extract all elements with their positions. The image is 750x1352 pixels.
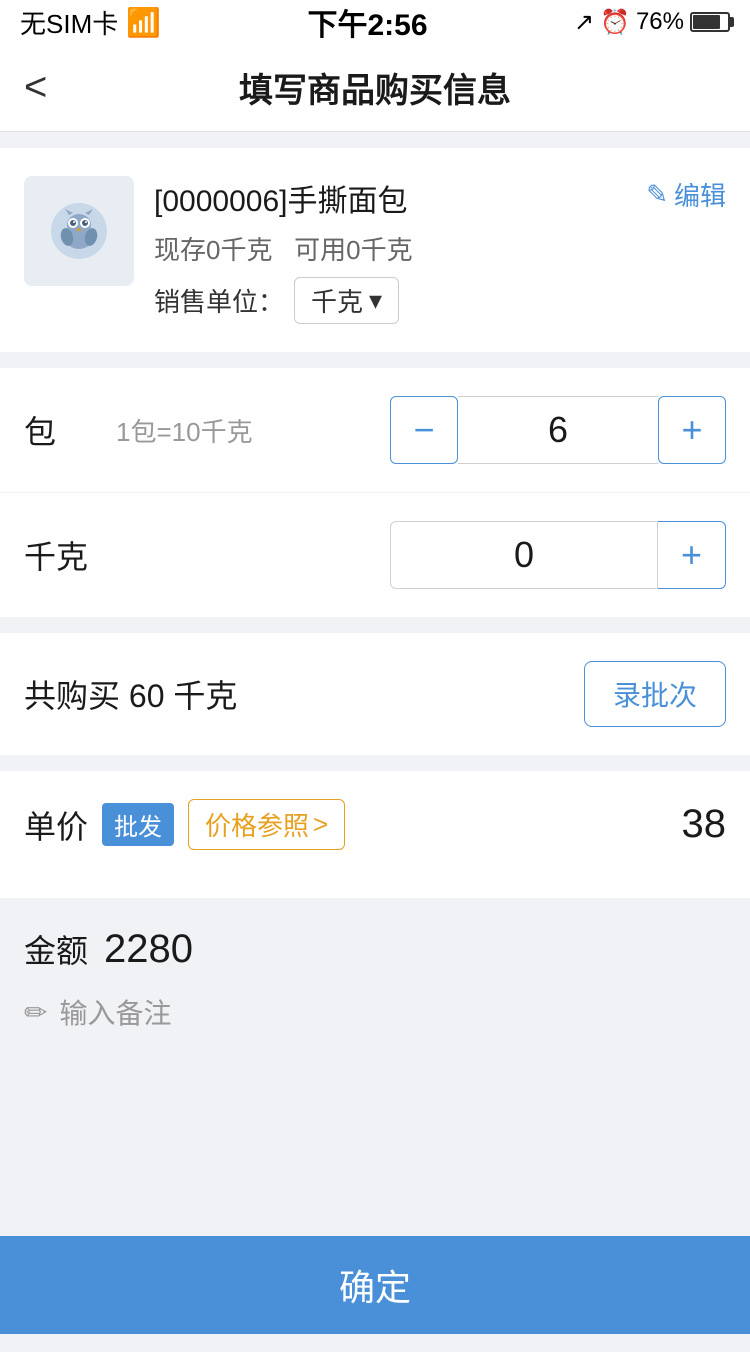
- confirm-button[interactable]: 确定: [0, 1236, 750, 1334]
- status-right: ↗ ⏰ 76%: [574, 8, 730, 37]
- bag-qty-control: − +: [390, 396, 726, 464]
- time-display: 下午2:56: [308, 0, 428, 44]
- price-value: 38: [682, 802, 727, 847]
- back-button[interactable]: <: [24, 65, 47, 110]
- nav-bar: < 填写商品购买信息: [0, 44, 750, 132]
- kg-label: 千克: [24, 532, 104, 578]
- page-title: 填写商品购买信息: [239, 63, 511, 112]
- amount-label: 金额: [24, 926, 88, 972]
- product-card: [0000006]手撕面包 现存0千克 可用0千克 销售单位： 千克 ▾ ✎ 编…: [0, 148, 750, 352]
- product-unit: 销售单位： 千克 ▾: [154, 277, 726, 324]
- product-logo: [49, 201, 109, 261]
- amount-row: 金额 2280: [24, 926, 726, 972]
- dropdown-arrow-icon: ▾: [369, 285, 382, 316]
- pencil-icon: ✏: [24, 996, 47, 1029]
- kg-plus-button[interactable]: +: [658, 521, 726, 589]
- price-label: 单价: [24, 802, 88, 848]
- status-bar: 无SIM卡 📶 下午2:56 ↗ ⏰ 76%: [0, 0, 750, 44]
- price-reference-button[interactable]: 价格参照 >: [188, 799, 345, 850]
- price-left: 单价 批发 价格参照 >: [24, 799, 345, 850]
- quantity-section: 包 1包=10千克 − + 千克 +: [0, 368, 750, 617]
- bag-conversion: 1包=10千克: [116, 412, 390, 449]
- bag-minus-button[interactable]: −: [390, 396, 458, 464]
- total-row: 共购买 60 千克 录批次: [0, 633, 750, 755]
- product-stock: 现存0千克 可用0千克: [154, 230, 726, 267]
- kg-qty-row: 千克 +: [0, 493, 750, 617]
- unit-select[interactable]: 千克 ▾: [294, 277, 399, 324]
- product-name: [0000006]手撕面包: [154, 176, 726, 220]
- batch-button[interactable]: 录批次: [584, 661, 726, 727]
- amount-section: 金额 2280 ✏ 输入备注: [0, 898, 750, 1052]
- alarm-icon: ⏰: [600, 8, 630, 37]
- total-text: 共购买 60 千克: [24, 671, 237, 717]
- product-info: [0000006]手撕面包 现存0千克 可用0千克 销售单位： 千克 ▾: [154, 176, 726, 324]
- bag-plus-button[interactable]: +: [658, 396, 726, 464]
- carrier-text: 无SIM卡: [20, 4, 118, 41]
- kg-qty-control: +: [390, 521, 726, 589]
- price-row: 单价 批发 价格参照 > 38: [24, 799, 726, 850]
- kg-qty-input[interactable]: [390, 521, 658, 589]
- battery-percent: 76%: [636, 8, 684, 36]
- amount-value: 2280: [104, 927, 193, 972]
- remark-placeholder: 输入备注: [59, 992, 171, 1032]
- bag-label: 包: [24, 407, 104, 453]
- battery-icon: [690, 12, 730, 32]
- price-section: 单价 批发 价格参照 > 38: [0, 771, 750, 898]
- status-left: 无SIM卡 📶: [20, 4, 161, 41]
- bag-qty-input[interactable]: [458, 396, 658, 464]
- remark-row[interactable]: ✏ 输入备注: [24, 992, 726, 1032]
- bag-qty-row: 包 1包=10千克 − +: [0, 368, 750, 493]
- product-image: [24, 176, 134, 286]
- location-icon: ↗: [574, 8, 594, 37]
- wifi-icon: 📶: [126, 6, 161, 39]
- price-type-tag: 批发: [102, 803, 174, 846]
- price-ref-arrow-icon: >: [313, 809, 328, 840]
- edit-button[interactable]: ✎ 编辑: [646, 176, 726, 213]
- edit-icon: ✎: [646, 179, 668, 210]
